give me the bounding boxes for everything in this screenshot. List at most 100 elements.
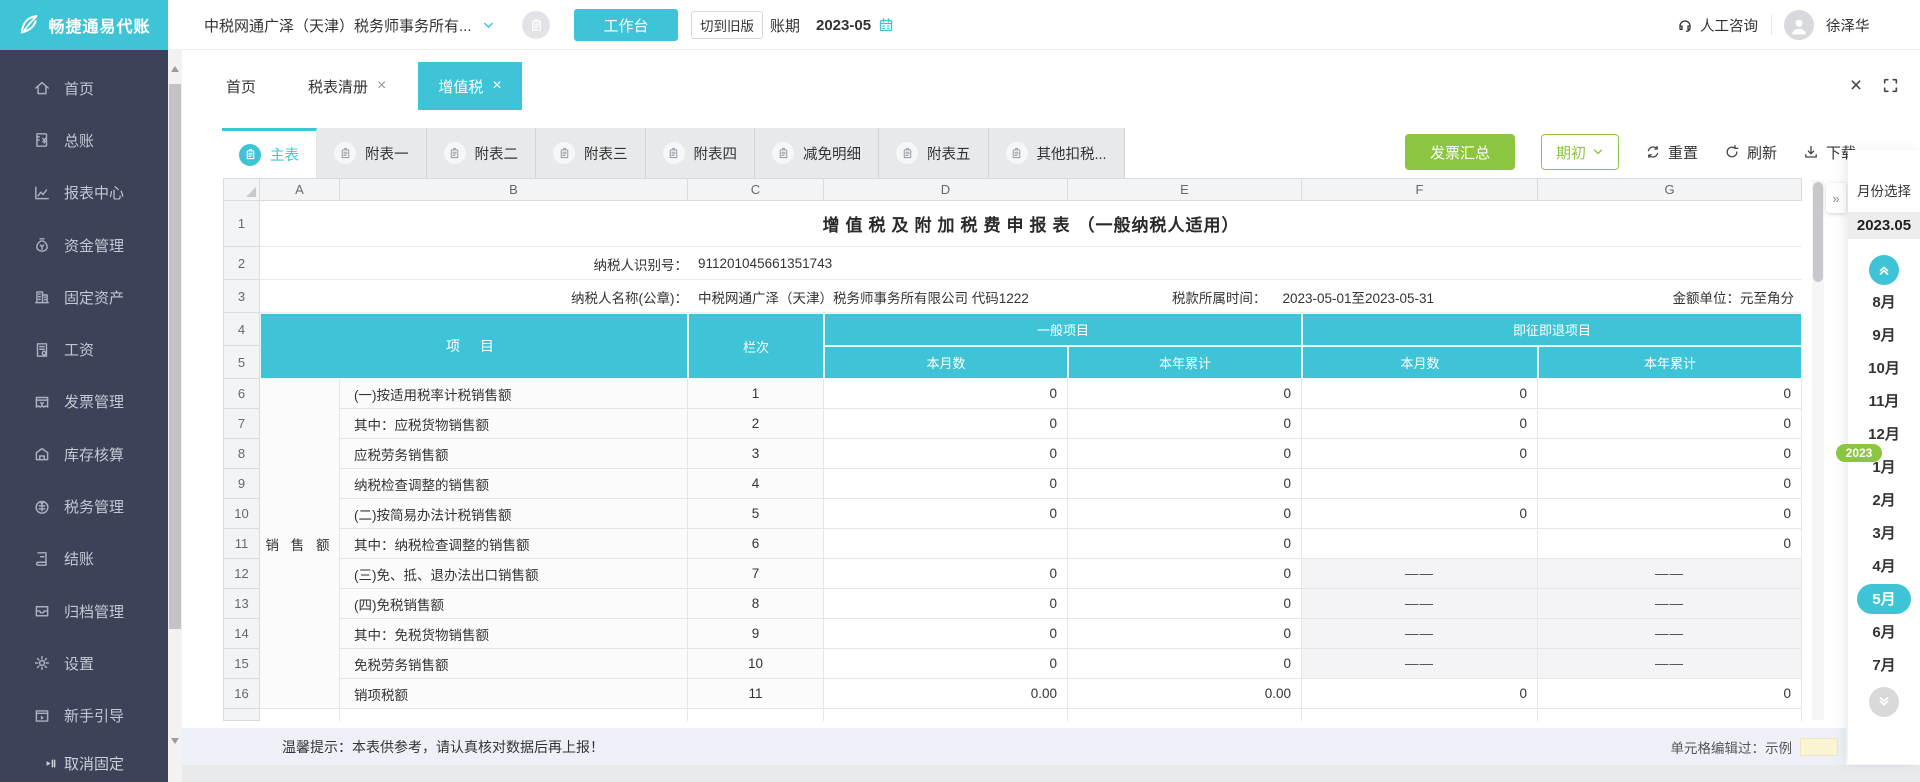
sidebar-item-tax-management[interactable]: 税务管理 (0, 480, 168, 532)
invoice-summary-button[interactable]: 发票汇总 (1405, 134, 1515, 170)
row-header-5[interactable]: 5 (224, 346, 260, 379)
scroll-down-arrow-icon[interactable] (171, 738, 179, 744)
sheet-cell[interactable]: 0 (1538, 469, 1802, 499)
sidebar-item-invoice-management[interactable]: 发票管理 (0, 376, 168, 428)
sheet-cell[interactable]: 0 (824, 619, 1068, 649)
sidebar-scrollbar[interactable] (168, 50, 182, 782)
tab-home[interactable]: 首页 (206, 62, 276, 110)
month-item-2月[interactable]: 2月 (1857, 483, 1911, 516)
sheet-cell[interactable]: 0 (1068, 469, 1302, 499)
month-item-10月[interactable]: 10月 (1857, 351, 1911, 384)
sidebar-item-home[interactable]: 首页 (0, 62, 168, 114)
sheet-cell[interactable]: 0 (1538, 379, 1802, 409)
scrollbar-thumb[interactable] (169, 84, 181, 629)
refresh-button[interactable]: 刷新 (1724, 142, 1777, 163)
support-link[interactable]: 人工咨询 (1677, 0, 1758, 50)
sheet-cell[interactable]: 0 (1068, 649, 1302, 679)
period-value[interactable]: 2023-05 (816, 0, 871, 50)
month-item-3月[interactable]: 3月 (1857, 516, 1911, 549)
sheet-cell[interactable]: 0 (1068, 499, 1302, 529)
row-header-14[interactable]: 14 (224, 619, 260, 649)
row-header-2[interactable]: 2 (224, 247, 260, 280)
sheet-cell[interactable]: 0 (1068, 379, 1302, 409)
sidebar-item-guide[interactable]: 新手引导 (0, 690, 168, 742)
month-item-6月[interactable]: 6月 (1857, 615, 1911, 648)
sheet-cell[interactable]: 0 (1538, 439, 1802, 469)
scroll-up-arrow-icon[interactable] (171, 66, 179, 72)
close-icon[interactable]: × (492, 78, 501, 94)
sheet-cell[interactable]: 0.00 (1068, 679, 1302, 709)
sidebar-item-inventory[interactable]: 库存核算 (0, 428, 168, 480)
sheet-cell[interactable]: 0.00 (824, 679, 1068, 709)
month-item-5月[interactable]: 5月 (1857, 583, 1911, 614)
col-header-C[interactable]: C (688, 179, 824, 201)
sheet-cell[interactable] (1302, 529, 1538, 559)
sheet-tab-other-deduction[interactable]: 其他扣税... (988, 128, 1125, 178)
sidebar-item-salary[interactable]: 工资 (0, 323, 168, 375)
row-header-10[interactable]: 10 (224, 499, 260, 529)
sheet-tab-deduction-detail[interactable]: 减免明细 (755, 128, 879, 178)
clipboard-button[interactable] (522, 11, 550, 39)
sheet-corner[interactable] (224, 179, 260, 201)
month-item-9月[interactable]: 9月 (1857, 318, 1911, 351)
sheet-tab-annex2[interactable]: 附表二 (426, 128, 536, 178)
sheet-cell[interactable]: 0 (824, 499, 1068, 529)
sheet-cell[interactable]: 0 (824, 409, 1068, 439)
row-header-17[interactable] (224, 709, 260, 721)
sheet-cell[interactable]: 0 (1538, 499, 1802, 529)
sheet-cell[interactable]: 0 (1302, 679, 1538, 709)
col-header-F[interactable]: F (1302, 179, 1538, 201)
sheet-tab-annex5[interactable]: 附表五 (879, 128, 989, 178)
sheet-cell[interactable] (1302, 469, 1538, 499)
sheet-cell[interactable]: 0 (824, 649, 1068, 679)
fullscreen-icon[interactable] (1882, 77, 1899, 94)
col-header-G[interactable]: G (1538, 179, 1802, 201)
row-header-1[interactable]: 1 (224, 201, 260, 247)
workbench-button[interactable]: 工作台 (574, 9, 678, 41)
switch-old-version-button[interactable]: 切到旧版 (691, 11, 763, 39)
month-item-7月[interactable]: 7月 (1857, 648, 1911, 681)
row-header-3[interactable]: 3 (224, 280, 260, 313)
avatar[interactable] (1784, 10, 1814, 40)
sidebar-item-fund-management[interactable]: 资金管理 (0, 219, 168, 271)
months-scroll-up-button[interactable] (1869, 255, 1899, 285)
month-item-4月[interactable]: 4月 (1857, 549, 1911, 582)
sheet-cell[interactable]: 0 (1068, 559, 1302, 589)
sheet-cell[interactable]: 0 (824, 589, 1068, 619)
month-item-8月[interactable]: 8月 (1857, 285, 1911, 318)
opening-balance-button[interactable]: 期初 (1541, 134, 1619, 170)
row-header-15[interactable]: 15 (224, 649, 260, 679)
sheet-cell[interactable]: 0 (1302, 409, 1538, 439)
sheet-cell[interactable]: 0 (1068, 589, 1302, 619)
sheet-cell[interactable]: 0 (1538, 529, 1802, 559)
reset-button[interactable]: 重置 (1645, 142, 1698, 163)
sheet-vertical-scrollbar[interactable] (1812, 180, 1824, 720)
row-header-7[interactable]: 7 (224, 409, 260, 439)
sheet-tab-annex4[interactable]: 附表四 (645, 128, 755, 178)
username[interactable]: 徐泽华 (1826, 0, 1870, 50)
row-header-13[interactable]: 13 (224, 589, 260, 619)
tab-vat[interactable]: 增值税 × (418, 62, 522, 110)
sheet-tab-annex3[interactable]: 附表三 (536, 128, 646, 178)
sheet-cell[interactable]: 0 (1302, 499, 1538, 529)
scrollbar-thumb[interactable] (1813, 182, 1823, 282)
sheet-cell[interactable]: 0 (1538, 409, 1802, 439)
sheet-tab-annex1[interactable]: 附表一 (317, 128, 427, 178)
row-header-16[interactable]: 16 (224, 679, 260, 709)
sidebar-item-general-ledger[interactable]: 总账 (0, 114, 168, 166)
col-header-B[interactable]: B (340, 179, 688, 201)
col-header-D[interactable]: D (824, 179, 1068, 201)
months-scroll-down-button[interactable] (1869, 687, 1899, 717)
sidebar-item-settings[interactable]: 设置 (0, 637, 168, 689)
sheet-cell[interactable]: 0 (1068, 409, 1302, 439)
sidebar-item-report-center[interactable]: 报表中心 (0, 167, 168, 219)
sheet-cell[interactable]: 0 (824, 469, 1068, 499)
sidebar-item-archive[interactable]: 归档管理 (0, 585, 168, 637)
month-item-11月[interactable]: 11月 (1857, 384, 1911, 417)
sheet-cell[interactable]: 0 (1068, 529, 1302, 559)
sheet-cell[interactable]: 0 (824, 439, 1068, 469)
calendar-icon[interactable] (878, 17, 894, 33)
close-icon[interactable]: × (1844, 74, 1868, 98)
row-header-9[interactable]: 9 (224, 469, 260, 499)
row-header-4[interactable]: 4 (224, 313, 260, 346)
